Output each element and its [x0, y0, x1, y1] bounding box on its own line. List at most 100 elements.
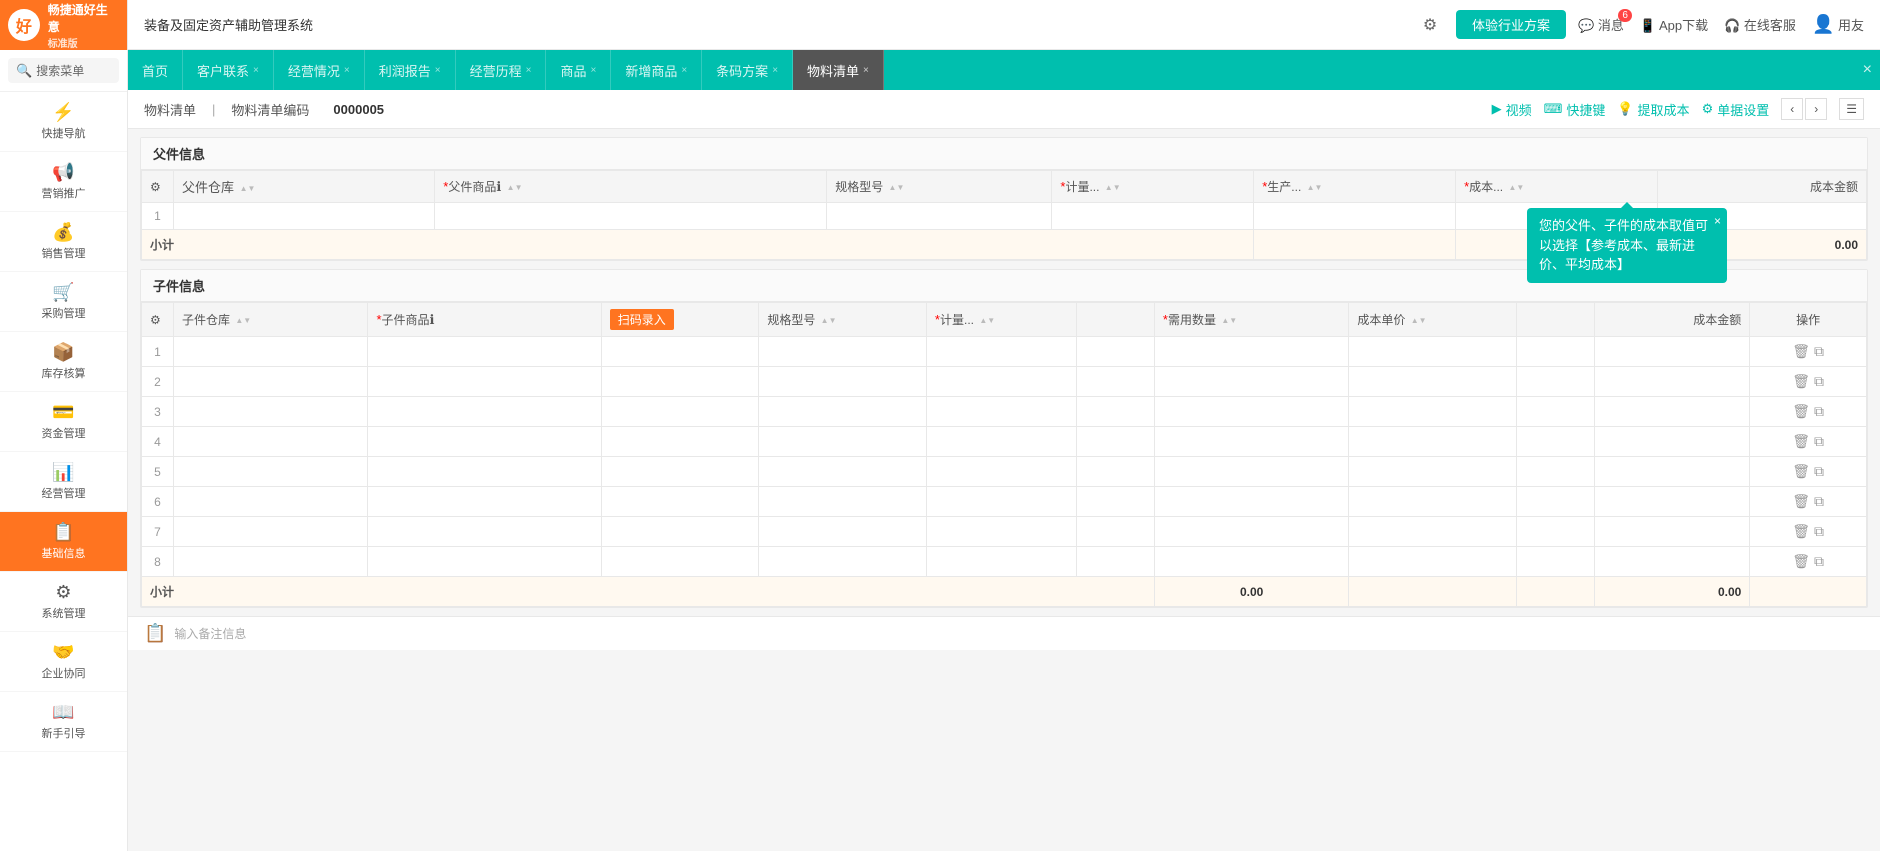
tab-close-icon[interactable]: ×	[526, 65, 532, 76]
delete-icon-4[interactable]: 🗑	[1792, 433, 1810, 450]
child-spec-8[interactable]	[759, 547, 927, 577]
copy-icon-8[interactable]: ⧉	[1814, 553, 1824, 570]
child-qty-6[interactable]	[1154, 487, 1348, 517]
child-unit-1[interactable]	[926, 337, 1076, 367]
tab-close-icon[interactable]: ×	[253, 65, 259, 76]
tab-home[interactable]: 首页	[128, 50, 183, 90]
child-col-settings[interactable]: ⚙	[142, 303, 174, 337]
child-spec-2[interactable]	[759, 367, 927, 397]
child-warehouse-8[interactable]	[174, 547, 368, 577]
nav-prev-button[interactable]: ‹	[1781, 98, 1803, 120]
sidebar-item-basic[interactable]: 📋 基础信息	[0, 512, 127, 572]
child-qty-3[interactable]	[1154, 397, 1348, 427]
user-avatar[interactable]: 👤 用友	[1812, 14, 1864, 35]
child-product-7[interactable]	[368, 517, 601, 547]
sidebar-item-collab[interactable]: 🤝 企业协同	[0, 632, 127, 692]
child-product-3[interactable]	[368, 397, 601, 427]
child-scan-4[interactable]	[601, 427, 759, 457]
child-unit-cost-2[interactable]	[1349, 367, 1517, 397]
parent-unit-cell[interactable]	[1052, 203, 1254, 230]
child-product-2[interactable]	[368, 367, 601, 397]
tab-close-icon[interactable]: ×	[590, 65, 596, 76]
child-qty-8[interactable]	[1154, 547, 1348, 577]
child-warehouse-5[interactable]	[174, 457, 368, 487]
child-unit-cost-8[interactable]	[1349, 547, 1517, 577]
child-qty-1[interactable]	[1154, 337, 1348, 367]
single-settings-action[interactable]: ⚙ 单据设置	[1702, 100, 1770, 119]
delete-icon-2[interactable]: 🗑	[1792, 373, 1810, 390]
delete-icon-7[interactable]: 🗑	[1792, 523, 1810, 540]
child-warehouse-6[interactable]	[174, 487, 368, 517]
child-qty-7[interactable]	[1154, 517, 1348, 547]
sidebar-item-marketing[interactable]: 📢 营销推广	[0, 152, 127, 212]
scan-input-button[interactable]: 扫码录入	[610, 309, 674, 330]
tab-barcode[interactable]: 条码方案 ×	[702, 50, 793, 90]
child-scan-6[interactable]	[601, 487, 759, 517]
tab-new-product[interactable]: 新增商品 ×	[611, 50, 702, 90]
delete-icon-3[interactable]: 🗑	[1792, 403, 1810, 420]
child-warehouse-2[interactable]	[174, 367, 368, 397]
search-menu-area[interactable]: 🔍 搜索菜单	[0, 50, 127, 92]
view-video-action[interactable]: ▶ 视频	[1492, 100, 1532, 119]
child-warehouse-1[interactable]	[174, 337, 368, 367]
child-scan-3[interactable]	[601, 397, 759, 427]
tab-close-icon[interactable]: ×	[772, 65, 778, 76]
child-scan-2[interactable]	[601, 367, 759, 397]
child-spec-4[interactable]	[759, 427, 927, 457]
child-spec-5[interactable]	[759, 457, 927, 487]
close-all-icon[interactable]: ×	[1863, 61, 1872, 79]
child-warehouse-7[interactable]	[174, 517, 368, 547]
copy-icon-4[interactable]: ⧉	[1814, 433, 1824, 450]
tab-bom[interactable]: 物料清单 ×	[793, 50, 884, 90]
child-unit-8[interactable]	[926, 547, 1076, 577]
sidebar-item-finance[interactable]: 💳 资金管理	[0, 392, 127, 452]
child-unit-cost-1[interactable]	[1349, 337, 1517, 367]
tab-close-all[interactable]: ×	[1863, 61, 1880, 79]
parent-production-cell[interactable]	[1254, 203, 1456, 230]
delete-icon-5[interactable]: 🗑	[1792, 463, 1810, 480]
sidebar-item-operation[interactable]: 📊 经营管理	[0, 452, 127, 512]
extract-cost-action[interactable]: 💡 提取成本	[1617, 100, 1689, 119]
delete-icon-1[interactable]: 🗑	[1792, 343, 1810, 360]
sidebar-item-quick[interactable]: ⚡ 快捷导航	[0, 92, 127, 152]
child-unit-7[interactable]	[926, 517, 1076, 547]
parent-spec-cell[interactable]	[827, 203, 1052, 230]
sidebar-item-sales[interactable]: 💰 销售管理	[0, 212, 127, 272]
child-product-8[interactable]	[368, 547, 601, 577]
settings-button[interactable]: ⚙	[1416, 11, 1444, 39]
tab-close-icon[interactable]: ×	[863, 65, 869, 76]
child-unit-2[interactable]	[926, 367, 1076, 397]
app-download-link[interactable]: 📱 App下载	[1640, 15, 1708, 34]
sidebar-item-inventory[interactable]: 📦 库存核算	[0, 332, 127, 392]
child-spec-3[interactable]	[759, 397, 927, 427]
child-scan-7[interactable]	[601, 517, 759, 547]
sidebar-item-guide[interactable]: 📖 新手引导	[0, 692, 127, 752]
child-product-1[interactable]	[368, 337, 601, 367]
parent-warehouse-cell[interactable]	[174, 203, 435, 230]
tab-close-icon[interactable]: ×	[344, 65, 350, 76]
sidebar-item-system[interactable]: ⚙ 系统管理	[0, 572, 127, 632]
parent-col-settings[interactable]: ⚙	[142, 171, 174, 203]
child-scan-8[interactable]	[601, 547, 759, 577]
child-unit-4[interactable]	[926, 427, 1076, 457]
child-spec-7[interactable]	[759, 517, 927, 547]
child-unit-cost-5[interactable]	[1349, 457, 1517, 487]
child-product-4[interactable]	[368, 427, 601, 457]
child-unit-3[interactable]	[926, 397, 1076, 427]
copy-icon-6[interactable]: ⧉	[1814, 493, 1824, 510]
child-spec-1[interactable]	[759, 337, 927, 367]
tooltip-close-btn[interactable]: ×	[1714, 212, 1721, 230]
delete-icon-8[interactable]: 🗑	[1792, 553, 1810, 570]
tab-close-icon[interactable]: ×	[435, 65, 441, 76]
child-unit-cost-6[interactable]	[1349, 487, 1517, 517]
child-qty-4[interactable]	[1154, 427, 1348, 457]
child-warehouse-3[interactable]	[174, 397, 368, 427]
child-unit-cost-7[interactable]	[1349, 517, 1517, 547]
copy-icon-1[interactable]: ⧉	[1814, 343, 1824, 360]
child-qty-5[interactable]	[1154, 457, 1348, 487]
tab-operation-status[interactable]: 经营情况 ×	[274, 50, 365, 90]
copy-icon-5[interactable]: ⧉	[1814, 463, 1824, 480]
online-service-link[interactable]: 🎧 在线客服	[1724, 15, 1796, 34]
child-product-6[interactable]	[368, 487, 601, 517]
copy-icon-7[interactable]: ⧉	[1814, 523, 1824, 540]
